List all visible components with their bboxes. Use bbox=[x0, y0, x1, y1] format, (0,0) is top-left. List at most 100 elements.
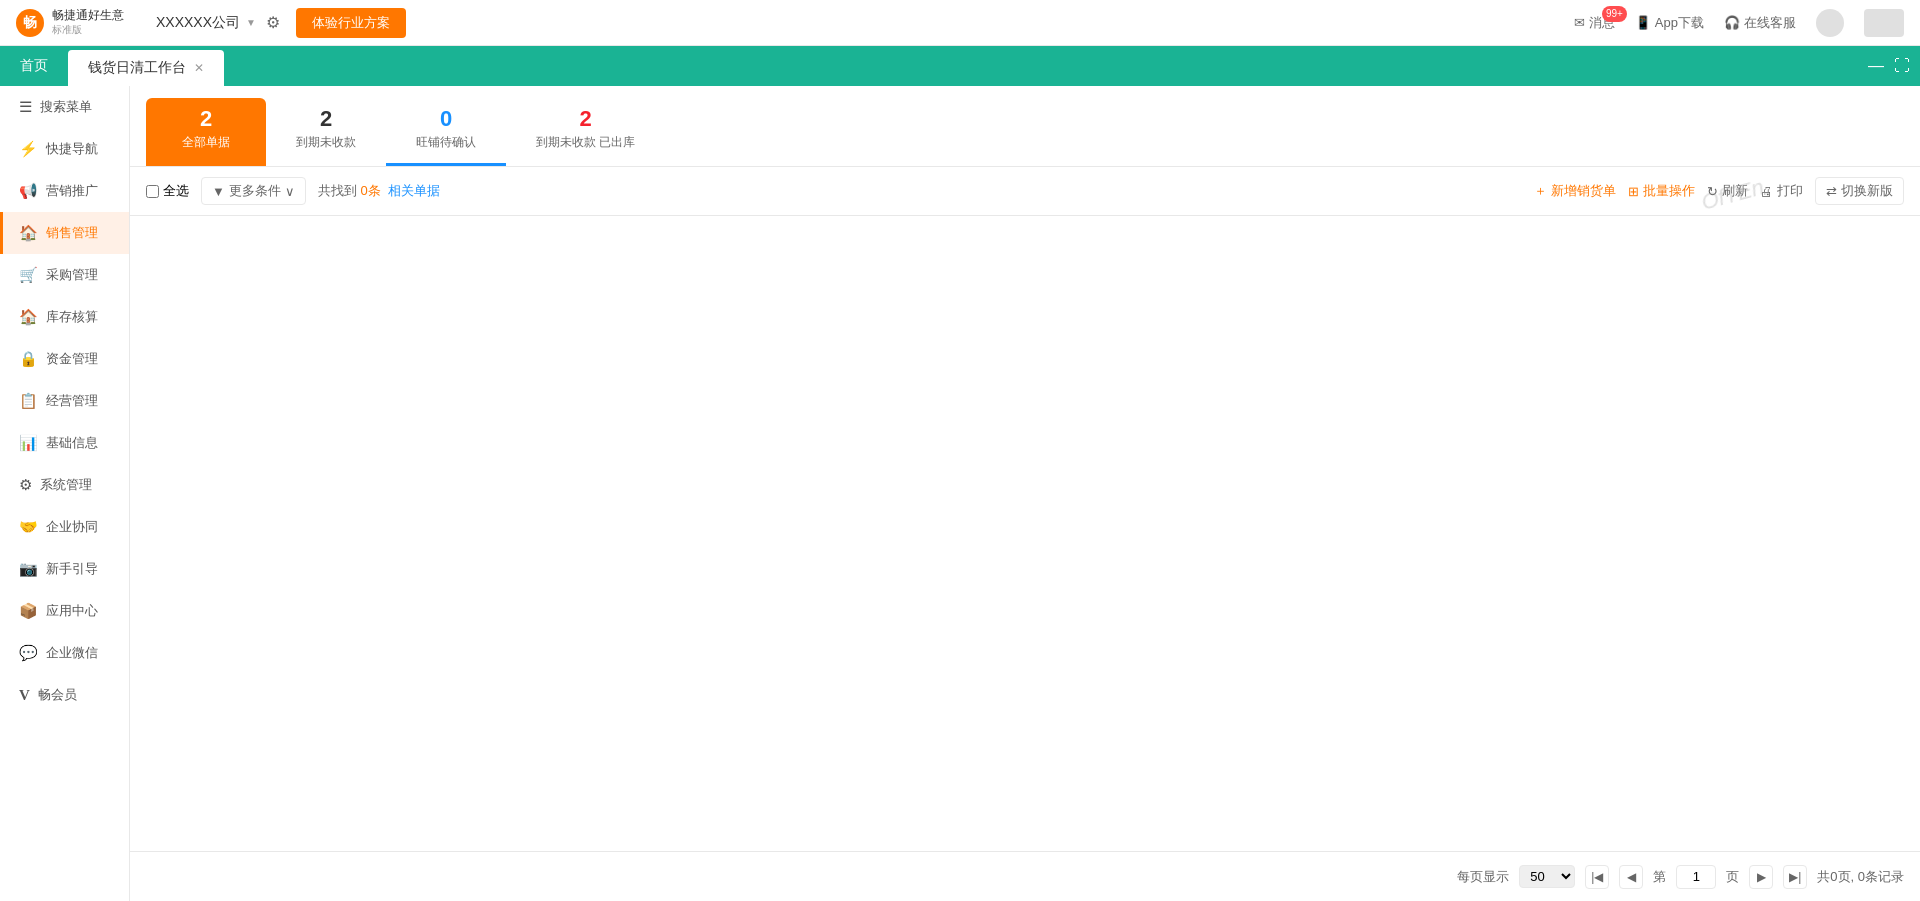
sidebar-item-label-purchase: 采购管理 bbox=[46, 266, 98, 284]
prev-page-button[interactable]: ◀ bbox=[1619, 865, 1643, 889]
phone-icon: 📱 bbox=[1635, 15, 1651, 30]
inventory-icon: 🏠 bbox=[19, 308, 38, 326]
select-all-label: 全选 bbox=[163, 182, 189, 200]
headset-icon: 🎧 bbox=[1724, 15, 1740, 30]
stat-tab-overdue-shipped[interactable]: 2 到期未收款 已出库 bbox=[506, 98, 665, 166]
sidebar-item-sales[interactable]: 🏠 销售管理 bbox=[0, 212, 129, 254]
add-icon: ＋ bbox=[1534, 182, 1547, 200]
first-page-button[interactable]: |◀ bbox=[1585, 865, 1609, 889]
tab-minimize-icon[interactable]: — bbox=[1868, 57, 1884, 75]
sidebar-item-label-marketing: 营销推广 bbox=[46, 182, 98, 200]
purchase-icon: 🛒 bbox=[19, 266, 38, 284]
next-page-button[interactable]: ▶ bbox=[1749, 865, 1773, 889]
stat-overdue-label: 到期未收款 bbox=[296, 134, 356, 151]
stat-overdue-shipped-num: 2 bbox=[580, 106, 592, 132]
switch-label: 切换新版 bbox=[1841, 182, 1893, 200]
marketing-icon: 📢 bbox=[19, 182, 38, 200]
per-page-select[interactable]: 50 100 200 bbox=[1519, 865, 1575, 888]
message-button[interactable]: ✉ 消息 99+ bbox=[1574, 14, 1615, 32]
sidebar-item-label-appcenter: 应用中心 bbox=[46, 602, 98, 620]
sidebar-item-label-sales: 销售管理 bbox=[46, 224, 98, 242]
per-page-label: 每页显示 bbox=[1457, 868, 1509, 886]
sidebar-item-system[interactable]: ⚙ 系统管理 bbox=[0, 464, 129, 506]
logo-sub: 标准版 bbox=[52, 23, 124, 37]
sidebar-item-finance[interactable]: 🔒 资金管理 bbox=[0, 338, 129, 380]
related-link[interactable]: 相关单据 bbox=[388, 183, 440, 198]
more-filters-label: 更多条件 bbox=[229, 182, 281, 200]
refresh-button[interactable]: ↻ 刷新 bbox=[1707, 182, 1748, 200]
total-info: 共0页, 0条记录 bbox=[1817, 868, 1904, 886]
basicinfo-icon: 📊 bbox=[19, 434, 38, 452]
sidebar-item-label-member: 畅会员 bbox=[38, 686, 77, 704]
last-page-button[interactable]: ▶| bbox=[1783, 865, 1807, 889]
tab-home-label: 首页 bbox=[20, 57, 48, 75]
page-input[interactable] bbox=[1676, 865, 1716, 889]
system-icon: ⚙ bbox=[19, 476, 32, 494]
sales-icon: 🏠 bbox=[19, 224, 38, 242]
appcenter-icon: 📦 bbox=[19, 602, 38, 620]
pagination: 每页显示 50 100 200 |◀ ◀ 第 页 ▶ ▶| 共0页, 0条记录 bbox=[130, 851, 1920, 901]
sidebar-item-label-search: 搜索菜单 bbox=[40, 98, 92, 116]
member-icon: V bbox=[19, 687, 30, 704]
select-all-input[interactable] bbox=[146, 185, 159, 198]
online-service-label: 在线客服 bbox=[1744, 14, 1796, 32]
enterprise-icon: 🤝 bbox=[19, 518, 38, 536]
print-button[interactable]: 🖨 打印 bbox=[1760, 182, 1803, 200]
switch-icon: ⇄ bbox=[1826, 184, 1837, 199]
found-text: 共找到 0条 相关单据 bbox=[318, 182, 440, 200]
logo-name: 畅捷通好生意 bbox=[52, 8, 124, 24]
chevron-filter-icon: ∨ bbox=[285, 184, 295, 199]
app-download-label: App下载 bbox=[1655, 14, 1704, 32]
company-selector[interactable]: XXXXXX公司 ▼ bbox=[156, 14, 256, 32]
found-count: 0条 bbox=[361, 183, 381, 198]
add-sales-order-button[interactable]: ＋ 新增销货单 bbox=[1534, 182, 1616, 200]
tab-workbench[interactable]: 钱货日清工作台 ✕ bbox=[68, 50, 224, 86]
sidebar-item-purchase[interactable]: 🛒 采购管理 bbox=[0, 254, 129, 296]
found-prefix: 共找到 bbox=[318, 183, 357, 198]
sidebar-item-label-operation: 经营管理 bbox=[46, 392, 98, 410]
app-download-button[interactable]: 📱 App下载 bbox=[1635, 14, 1704, 32]
sidebar-item-basicinfo[interactable]: 📊 基础信息 bbox=[0, 422, 129, 464]
sidebar-item-appcenter[interactable]: 📦 应用中心 bbox=[0, 590, 129, 632]
toolbar-left: 全选 ▼ 更多条件 ∨ 共找到 0条 相关单据 bbox=[146, 177, 1522, 205]
stat-overdue-shipped-label: 到期未收款 已出库 bbox=[536, 134, 635, 151]
tab-close-icon[interactable]: ✕ bbox=[194, 61, 204, 75]
sidebar-item-quicknav[interactable]: ⚡ 快捷导航 bbox=[0, 128, 129, 170]
tab-home[interactable]: 首页 bbox=[0, 46, 68, 86]
sidebar-item-label-system: 系统管理 bbox=[40, 476, 92, 494]
batch-operation-button[interactable]: ⊞ 批量操作 bbox=[1628, 182, 1695, 200]
sidebar-item-guide[interactable]: 📷 新手引导 bbox=[0, 548, 129, 590]
stat-overdue-num: 2 bbox=[320, 106, 332, 132]
sidebar-item-weixin[interactable]: 💬 企业微信 bbox=[0, 632, 129, 674]
experience-button[interactable]: 体验行业方案 bbox=[296, 8, 406, 38]
stat-tab-all[interactable]: 2 全部单据 bbox=[146, 98, 266, 166]
sidebar-item-member[interactable]: V 畅会员 bbox=[0, 674, 129, 716]
print-label: 打印 bbox=[1777, 182, 1803, 200]
print-icon: 🖨 bbox=[1760, 184, 1773, 199]
avatar[interactable] bbox=[1816, 9, 1844, 37]
more-filters-button[interactable]: ▼ 更多条件 ∨ bbox=[201, 177, 306, 205]
sidebar-item-label-basicinfo: 基础信息 bbox=[46, 434, 98, 452]
sidebar-item-enterprise[interactable]: 🤝 企业协同 bbox=[0, 506, 129, 548]
chevron-down-icon: ▼ bbox=[246, 17, 256, 28]
sidebar: ☰ 搜索菜单 ⚡ 快捷导航 📢 营销推广 🏠 销售管理 🛒 采购管理 🏠 库存核… bbox=[0, 86, 130, 901]
stat-tab-wangpu[interactable]: 0 旺铺待确认 bbox=[386, 98, 506, 166]
sidebar-item-search[interactable]: ☰ 搜索菜单 bbox=[0, 86, 129, 128]
tab-maximize-icon[interactable]: ⛶ bbox=[1894, 57, 1910, 75]
sidebar-item-marketing[interactable]: 📢 营销推广 bbox=[0, 170, 129, 212]
sidebar-item-inventory[interactable]: 🏠 库存核算 bbox=[0, 296, 129, 338]
user-name-area[interactable] bbox=[1864, 9, 1904, 37]
message-badge: 99+ bbox=[1602, 6, 1627, 22]
settings-icon[interactable]: ⚙ bbox=[266, 13, 280, 32]
top-header: 畅 畅捷通好生意 标准版 XXXXXX公司 ▼ ⚙ 体验行业方案 ✉ 消息 99… bbox=[0, 0, 1920, 46]
sidebar-item-label-guide: 新手引导 bbox=[46, 560, 98, 578]
tab-bar-actions: — ⛶ bbox=[1868, 57, 1920, 75]
online-service-button[interactable]: 🎧 在线客服 bbox=[1724, 14, 1796, 32]
select-all-checkbox[interactable]: 全选 bbox=[146, 182, 189, 200]
finance-icon: 🔒 bbox=[19, 350, 38, 368]
switch-new-version-button[interactable]: ⇄ 切换新版 bbox=[1815, 177, 1904, 205]
company-name: XXXXXX公司 bbox=[156, 14, 240, 32]
sidebar-item-operation[interactable]: 📋 经营管理 bbox=[0, 380, 129, 422]
table-area bbox=[130, 216, 1920, 851]
stat-tab-overdue[interactable]: 2 到期未收款 bbox=[266, 98, 386, 166]
